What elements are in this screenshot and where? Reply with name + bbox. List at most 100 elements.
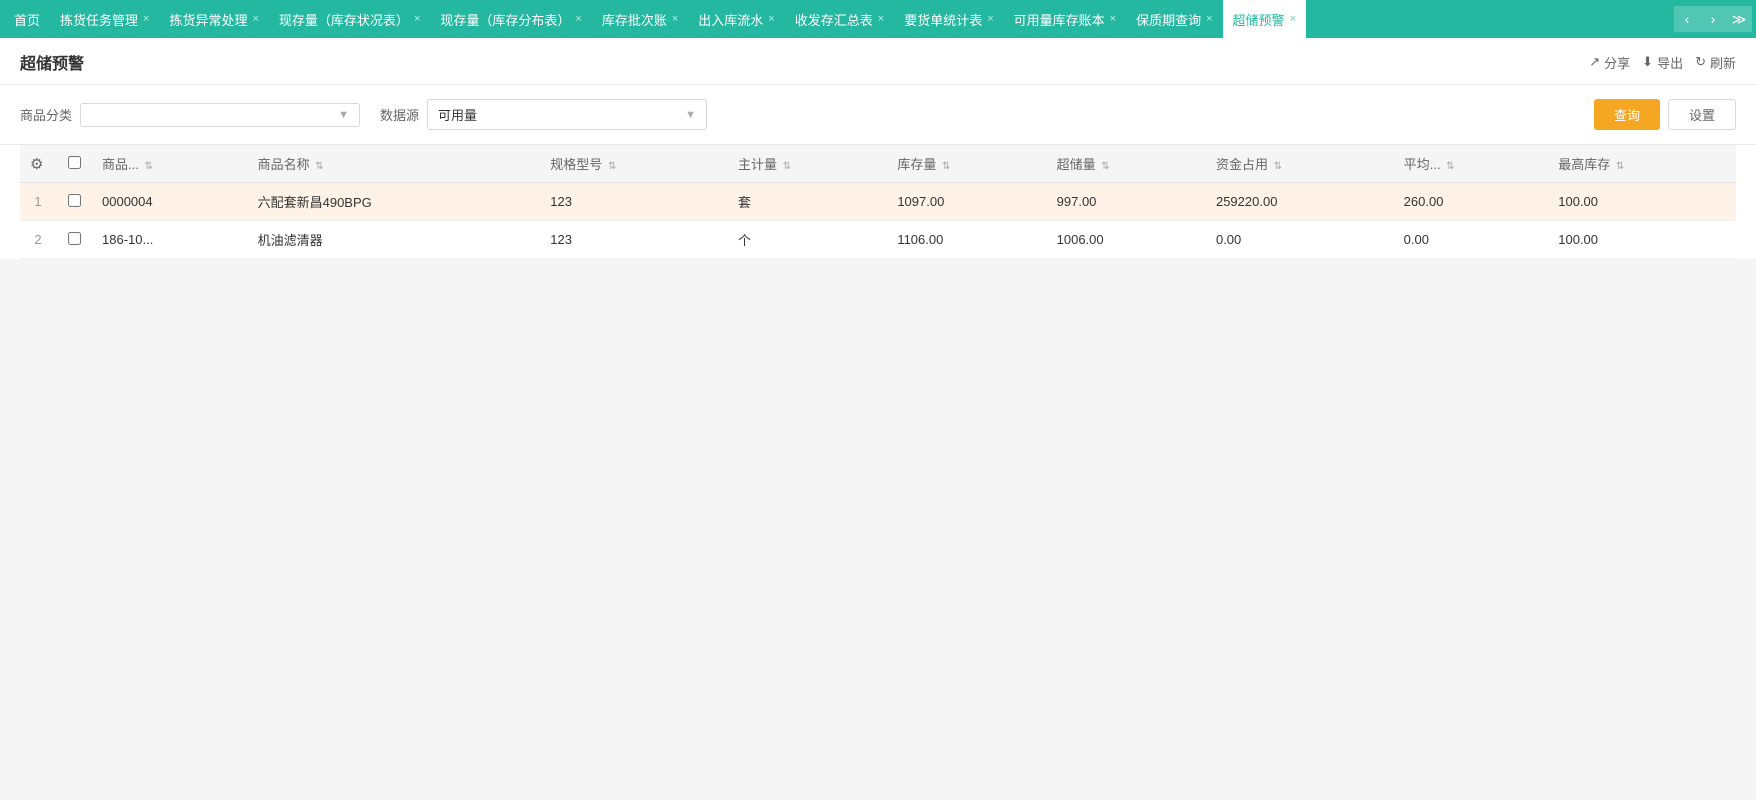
share-button[interactable]: ↗ 分享 — [1589, 53, 1630, 72]
close-icon[interactable]: × — [987, 13, 993, 25]
nav-inventory-status[interactable]: 现存量（库存状况表） × — [269, 0, 430, 38]
close-icon[interactable]: × — [672, 13, 678, 25]
category-label: 商品分类 — [20, 105, 72, 124]
nav-arrows: ‹ › ≫ — [1674, 6, 1752, 32]
nav-next-button[interactable]: › — [1700, 6, 1726, 32]
nav-inout-flow[interactable]: 出入库流水 × — [688, 0, 784, 38]
nav-inventory-distribution[interactable]: 现存量（库存分布表） × — [430, 0, 591, 38]
table-row: 1 0000004 六配套新昌490BPG 123 套 1097.00 997.… — [20, 183, 1736, 221]
chevron-down-icon: ▼ — [685, 109, 696, 121]
nav-prev-button[interactable]: ‹ — [1674, 6, 1700, 32]
sort-icon: ⇅ — [942, 161, 950, 172]
row-number: 2 — [20, 221, 56, 259]
close-icon[interactable]: × — [143, 13, 149, 25]
sort-icon: ⇅ — [315, 161, 323, 172]
export-button[interactable]: ⬇ 导出 — [1642, 53, 1683, 72]
sort-icon: ⇅ — [1274, 161, 1282, 172]
category-filter-group: 商品分类 ▼ — [20, 103, 360, 127]
nav-requisition-stats[interactable]: 要货单统计表 × — [894, 0, 1003, 38]
datasource-select-value: 可用量 — [438, 105, 477, 124]
row-capital: 0.00 — [1206, 221, 1394, 259]
stock-column-header[interactable]: 库存量 ⇅ — [887, 145, 1046, 183]
query-button[interactable]: 查询 — [1594, 99, 1660, 130]
close-icon[interactable]: × — [252, 13, 258, 25]
close-icon[interactable]: × — [878, 13, 884, 25]
name-column-header[interactable]: 商品名称 ⇅ — [248, 145, 541, 183]
datasource-filter-group: 数据源 可用量 ▼ — [380, 99, 707, 130]
checkbox-column-header — [56, 145, 92, 183]
nav-overstock-warning[interactable]: 超储预警 × — [1223, 0, 1306, 38]
nav-exception-handling[interactable]: 拣货异常处理 × — [159, 0, 268, 38]
filter-area: 商品分类 ▼ 数据源 可用量 ▼ 查询 设置 — [0, 85, 1756, 145]
maxstock-column-header[interactable]: 最高库存 ⇅ — [1548, 145, 1736, 183]
close-icon[interactable]: × — [768, 13, 774, 25]
nav-shelf-life[interactable]: 保质期查询 × — [1126, 0, 1222, 38]
close-icon[interactable]: × — [414, 13, 420, 25]
row-maxstock: 100.00 — [1548, 183, 1736, 221]
sort-icon: ⇅ — [1101, 161, 1109, 172]
row-maxstock: 100.00 — [1548, 221, 1736, 259]
sort-icon: ⇅ — [1616, 161, 1624, 172]
datasource-label: 数据源 — [380, 105, 419, 124]
row-checkbox-cell — [56, 221, 92, 259]
datasource-select[interactable]: 可用量 ▼ — [427, 99, 707, 130]
gear-icon[interactable]: ⚙ — [30, 156, 43, 173]
sort-icon: ⇅ — [144, 161, 152, 172]
refresh-button[interactable]: ↻ 刷新 — [1695, 53, 1736, 72]
row-checkbox[interactable] — [68, 232, 81, 245]
settings-button[interactable]: 设置 — [1668, 99, 1736, 130]
nav-summary[interactable]: 收发存汇总表 × — [785, 0, 894, 38]
nav-task-management[interactable]: 拣货任务管理 × — [50, 0, 159, 38]
nav-home[interactable]: 首页 — [4, 0, 50, 38]
nav-available-inventory[interactable]: 可用量库存账本 × — [1004, 0, 1126, 38]
export-icon: ⬇ — [1642, 54, 1653, 70]
row-overstock: 997.00 — [1047, 183, 1206, 221]
row-avg: 0.00 — [1394, 221, 1549, 259]
row-name: 六配套新昌490BPG — [248, 183, 541, 221]
row-overstock: 1006.00 — [1047, 221, 1206, 259]
row-unit: 个 — [728, 221, 887, 259]
overstock-column-header[interactable]: 超储量 ⇅ — [1047, 145, 1206, 183]
close-icon[interactable]: × — [575, 13, 581, 25]
page-header: 超储预警 ↗ 分享 ⬇ 导出 ↻ 刷新 — [0, 38, 1756, 85]
category-select[interactable]: ▼ — [80, 103, 360, 127]
table-row: 2 186-10... 机油滤清器 123 个 1106.00 1006.00 … — [20, 221, 1736, 259]
close-icon[interactable]: × — [1110, 13, 1116, 25]
row-code: 0000004 — [92, 183, 248, 221]
sort-icon: ⇅ — [608, 161, 616, 172]
capital-column-header[interactable]: 资金占用 ⇅ — [1206, 145, 1394, 183]
spec-column-header[interactable]: 规格型号 ⇅ — [540, 145, 728, 183]
table-body: 1 0000004 六配套新昌490BPG 123 套 1097.00 997.… — [20, 183, 1736, 259]
nav-batch-account[interactable]: 库存批次账 × — [592, 0, 688, 38]
filter-buttons: 查询 设置 — [1594, 99, 1736, 130]
close-icon[interactable]: × — [1206, 13, 1212, 25]
refresh-icon: ↻ — [1695, 54, 1706, 70]
top-navigation: 首页 拣货任务管理 × 拣货异常处理 × 现存量（库存状况表） × 现存量（库存… — [0, 0, 1756, 38]
nav-more-button[interactable]: ≫ — [1726, 6, 1752, 32]
row-number: 1 — [20, 183, 56, 221]
select-all-checkbox[interactable] — [68, 156, 81, 169]
settings-column-header: ⚙ — [20, 145, 56, 183]
row-name: 机油滤清器 — [248, 221, 541, 259]
row-checkbox-cell — [56, 183, 92, 221]
main-content: 超储预警 ↗ 分享 ⬇ 导出 ↻ 刷新 商品分类 ▼ 数据源 — [0, 38, 1756, 259]
row-stock: 1097.00 — [887, 183, 1046, 221]
close-icon[interactable]: × — [1290, 13, 1296, 25]
sort-icon: ⇅ — [1446, 161, 1454, 172]
table-container: ⚙ 商品... ⇅ 商品名称 ⇅ 规格型号 ⇅ — [0, 145, 1756, 259]
chevron-down-icon: ▼ — [338, 109, 349, 121]
row-checkbox[interactable] — [68, 194, 81, 207]
row-avg: 260.00 — [1394, 183, 1549, 221]
share-icon: ↗ — [1589, 54, 1600, 70]
unit-column-header[interactable]: 主计量 ⇅ — [728, 145, 887, 183]
header-actions: ↗ 分享 ⬇ 导出 ↻ 刷新 — [1589, 53, 1736, 72]
code-column-header[interactable]: 商品... ⇅ — [92, 145, 248, 183]
data-table: ⚙ 商品... ⇅ 商品名称 ⇅ 规格型号 ⇅ — [20, 145, 1736, 259]
row-unit: 套 — [728, 183, 887, 221]
avg-column-header[interactable]: 平均... ⇅ — [1394, 145, 1549, 183]
row-spec: 123 — [540, 183, 728, 221]
sort-icon: ⇅ — [783, 161, 791, 172]
row-spec: 123 — [540, 221, 728, 259]
row-stock: 1106.00 — [887, 221, 1046, 259]
row-capital: 259220.00 — [1206, 183, 1394, 221]
